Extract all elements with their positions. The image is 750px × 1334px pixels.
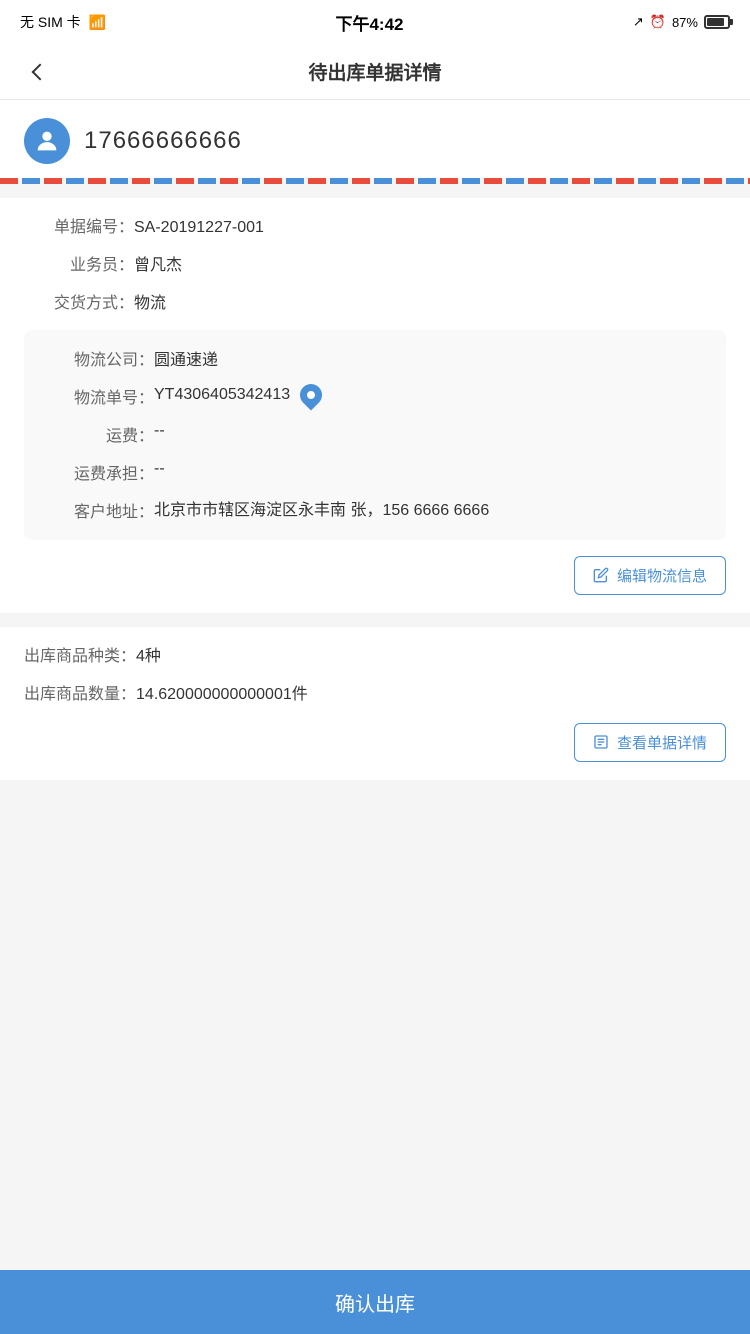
order-info-section: 单据编号： SA-20191227-001 业务员： 曾凡杰 交货方式： 物流 … <box>0 198 750 613</box>
salesman-value: 曾凡杰 <box>134 254 726 278</box>
freight-bearer-row: 运费承担： -- <box>44 460 706 484</box>
edit-pencil-icon <box>593 567 609 583</box>
view-details-button[interactable]: 查看单据详情 <box>574 723 726 762</box>
logistics-company-row: 物流公司： 圆通速递 <box>44 346 706 370</box>
goods-type-label: 出库商品种类： <box>24 645 136 669</box>
status-carrier: 无 SIM 卡 📶 <box>20 12 106 32</box>
order-number-label: 单据编号： <box>24 216 134 240</box>
location-icon: ↗ <box>633 14 644 30</box>
logistics-tracking-label: 物流单号： <box>44 384 154 408</box>
back-chevron-icon <box>32 63 49 80</box>
dashed-divider <box>0 178 750 184</box>
content-filler <box>0 780 750 1000</box>
view-btn-row: 查看单据详情 <box>24 723 726 762</box>
goods-section: 出库商品种类： 4种 出库商品数量： 14.620000000000001件 查… <box>0 627 750 780</box>
delivery-method-value: 物流 <box>134 292 726 316</box>
location-pin-icon[interactable] <box>296 379 327 410</box>
avatar <box>24 118 70 164</box>
battery-outline <box>704 15 730 29</box>
wifi-icon: 📶 <box>89 14 106 31</box>
goods-type-value: 4种 <box>136 645 726 669</box>
goods-type-row: 出库商品种类： 4种 <box>24 645 726 669</box>
status-bar: 无 SIM 卡 📶 下午4:42 ↗ ⏰ 87% <box>0 0 750 44</box>
freight-bearer-value: -- <box>154 460 706 478</box>
salesman-label: 业务员： <box>24 254 134 278</box>
salesman-row: 业务员： 曾凡杰 <box>24 254 726 278</box>
order-number-row: 单据编号： SA-20191227-001 <box>24 216 726 240</box>
order-number-value: SA-20191227-001 <box>134 216 726 240</box>
document-list-icon <box>593 734 609 750</box>
logistics-tracking-value: YT4306405342413 <box>154 384 706 406</box>
user-avatar-icon <box>33 127 61 155</box>
carrier-text: 无 SIM 卡 <box>20 12 81 32</box>
user-phone: 17666666666 <box>84 127 242 155</box>
view-details-label: 查看单据详情 <box>617 732 707 753</box>
confirm-button[interactable]: 确认出库 <box>0 1270 750 1334</box>
address-value: 北京市市辖区海淀区永丰南 张，156 6666 6666 <box>154 498 706 524</box>
edit-logistics-button[interactable]: 编辑物流信息 <box>574 556 726 595</box>
status-time: 下午4:42 <box>335 10 403 35</box>
delivery-method-label: 交货方式： <box>24 292 134 316</box>
logistics-box: 物流公司： 圆通速递 物流单号： YT4306405342413 运费： -- … <box>24 330 726 540</box>
battery-text: 87% <box>672 15 698 30</box>
freight-row: 运费： -- <box>44 422 706 446</box>
logistics-company-value: 圆通速递 <box>154 346 706 370</box>
alarm-icon: ⏰ <box>650 14 666 30</box>
status-right: ↗ ⏰ 87% <box>633 14 730 30</box>
goods-quantity-value: 14.620000000000001件 <box>136 683 726 707</box>
battery-fill <box>707 18 724 26</box>
tracking-number: YT4306405342413 <box>154 386 290 404</box>
page-title: 待出库单据详情 <box>308 58 441 85</box>
goods-quantity-label: 出库商品数量： <box>24 683 136 707</box>
confirm-label: 确认出库 <box>335 1288 415 1317</box>
delivery-method-row: 交货方式： 物流 <box>24 292 726 316</box>
back-button[interactable] <box>20 52 60 92</box>
logistics-company-label: 物流公司： <box>44 346 154 370</box>
freight-label: 运费： <box>44 422 154 446</box>
goods-quantity-row: 出库商品数量： 14.620000000000001件 <box>24 683 726 707</box>
edit-logistics-label: 编辑物流信息 <box>617 565 707 586</box>
logistics-tracking-row: 物流单号： YT4306405342413 <box>44 384 706 408</box>
nav-bar: 待出库单据详情 <box>0 44 750 100</box>
edit-btn-row: 编辑物流信息 <box>24 556 726 595</box>
freight-bearer-label: 运费承担： <box>44 460 154 484</box>
freight-value: -- <box>154 422 706 440</box>
battery-indicator <box>704 15 730 29</box>
address-row: 客户地址： 北京市市辖区海淀区永丰南 张，156 6666 6666 <box>44 498 706 524</box>
address-label: 客户地址： <box>44 498 154 522</box>
user-section: 17666666666 <box>0 100 750 178</box>
